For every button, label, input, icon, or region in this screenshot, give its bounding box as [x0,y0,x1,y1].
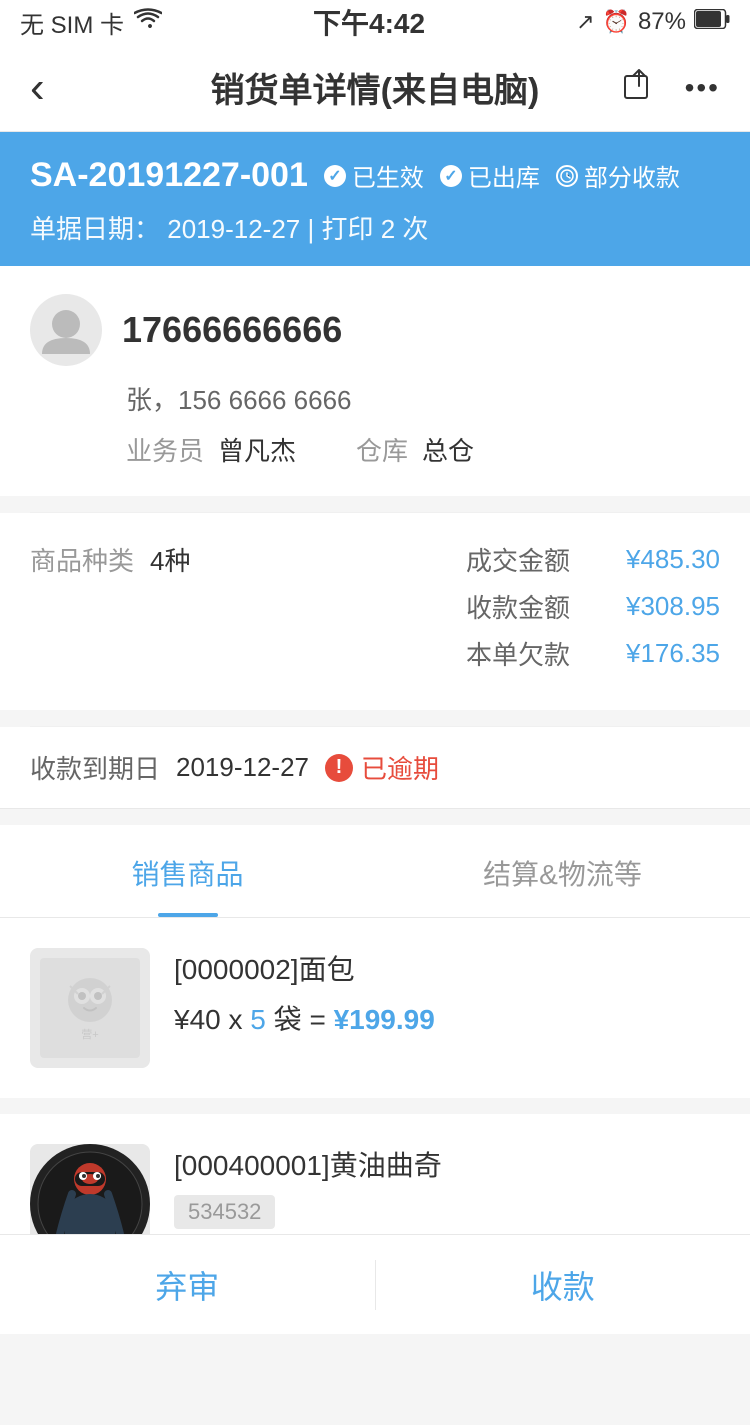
received-value: ¥308.95 [590,591,720,622]
debt-row: 本单欠款 ¥176.35 [450,635,720,672]
amount-value: ¥485.30 [590,544,720,575]
amount-row: 成交金额 ¥485.30 [450,541,720,578]
status-time: 下午4:42 [313,2,425,42]
page-title: 销货单详情(来自电脑) [211,63,540,112]
order-id: SA-20191227-001 [30,156,308,195]
clock-icon [556,165,578,187]
alarm-icon: ⏰ [603,9,630,35]
product-badge-2: 534532 [174,1195,275,1229]
badge-effective: ✓ 已生效 [324,158,424,193]
badge-shipped: ✓ 已出库 [440,158,540,193]
product-info-1: [0000002]面包 ¥40 x 5 袋 = ¥199.99 [174,948,720,1038]
location-icon: ↗ [576,9,594,35]
order-date-line: 单据日期： 2019-12-27 | 打印 2 次 [30,209,720,246]
share-icon[interactable] [623,68,655,108]
more-icon[interactable]: ••• [685,72,720,104]
battery-text: 87% [638,8,686,36]
product-qty-1: 5 [250,1004,266,1035]
due-label: 收款到期日 [30,749,160,786]
cancel-review-button[interactable]: 弃审 [0,1242,375,1328]
customer-details: 业务员 曾凡杰 仓库 总仓 [126,431,720,468]
nav-right-actions: ••• [623,68,720,108]
product-price-1: ¥40 x 5 袋 = ¥199.99 [174,998,720,1038]
carrier-text: 无 SIM 卡 [20,5,124,40]
summary-right: 成交金额 ¥485.30 收款金额 ¥308.95 本单欠款 ¥176.35 [450,541,720,682]
tab-sales-products[interactable]: 销售商品 [0,825,375,917]
order-header: SA-20191227-001 ✓ 已生效 ✓ 已出库 部分收款 [0,132,750,266]
sales-value: 曾凡杰 [218,431,296,468]
due-date-section: 收款到期日 2019-12-27 ! 已逾期 [0,727,750,809]
type-value: 4种 [150,541,190,578]
bottom-spacer [0,1325,750,1425]
badge-partial-payment: 部分收款 [556,158,680,193]
warehouse-value: 总仓 [422,431,474,468]
sales-detail: 业务员 曾凡杰 [126,431,296,468]
received-label: 收款金额 [450,588,570,625]
overdue-text: 已逾期 [361,749,439,786]
product-thumbnail-1: 营+ [30,948,150,1068]
status-badges: ✓ 已生效 ✓ 已出库 部分收款 [324,158,680,193]
customer-sub: 张，156 6666 6666 [126,380,720,417]
wifi-icon [134,8,162,37]
nav-bar: ‹ 销货单详情(来自电脑) ••• [0,44,750,132]
sales-label: 业务员 [126,431,204,468]
bottom-bar: 弃审 收款 [0,1234,750,1334]
product-name-1: [0000002]面包 [174,948,720,988]
section-separator [0,809,750,825]
order-header-top: SA-20191227-001 ✓ 已生效 ✓ 已出库 部分收款 [30,156,720,195]
customer-row: 17666666666 [30,294,720,366]
due-date-value: 2019-12-27 [176,752,309,783]
product-total-1: ¥199.99 [334,1004,435,1035]
overdue-badge: ! 已逾期 [325,749,439,786]
collect-payment-button[interactable]: 收款 [376,1242,750,1328]
received-row: 收款金额 ¥308.95 [450,588,720,625]
type-label: 商品种类 [30,541,134,578]
warehouse-detail: 仓库 总仓 [356,431,474,468]
battery-icon [694,8,730,36]
back-button[interactable]: ‹ [30,63,90,113]
product-type-row: 商品种类 4种 [30,541,190,578]
svg-text:营+: 营+ [81,1027,98,1041]
tab-settlement[interactable]: 结算&物流等 [375,825,750,917]
check-icon-2: ✓ [440,165,462,187]
status-left: 无 SIM 卡 [20,5,162,40]
status-bar: 无 SIM 卡 下午4:42 ↗ ⏰ 87% [0,0,750,44]
debt-label: 本单欠款 [450,635,570,672]
status-right: ↗ ⏰ 87% [576,8,730,36]
product-name-2: [000400001]黄油曲奇 [174,1144,720,1184]
customer-name: 17666666666 [122,309,342,351]
avatar [30,294,102,366]
overdue-warning-icon: ! [325,754,353,782]
tabs-section: 销售商品 结算&物流等 [0,825,750,918]
debt-value: ¥176.35 [590,638,720,669]
customer-section: 17666666666 张，156 6666 6666 业务员 曾凡杰 仓库 总… [0,266,750,496]
list-item: 营+ [0000002]面包 ¥40 x 5 袋 = ¥199.99 [0,918,750,1098]
summary-left: 商品种类 4种 [30,541,190,582]
warehouse-label: 仓库 [356,431,408,468]
check-icon-1: ✓ [324,165,346,187]
summary-section: 商品种类 4种 成交金额 ¥485.30 收款金额 ¥308.95 本单欠款 ¥… [0,513,750,710]
amount-label: 成交金额 [450,541,570,578]
